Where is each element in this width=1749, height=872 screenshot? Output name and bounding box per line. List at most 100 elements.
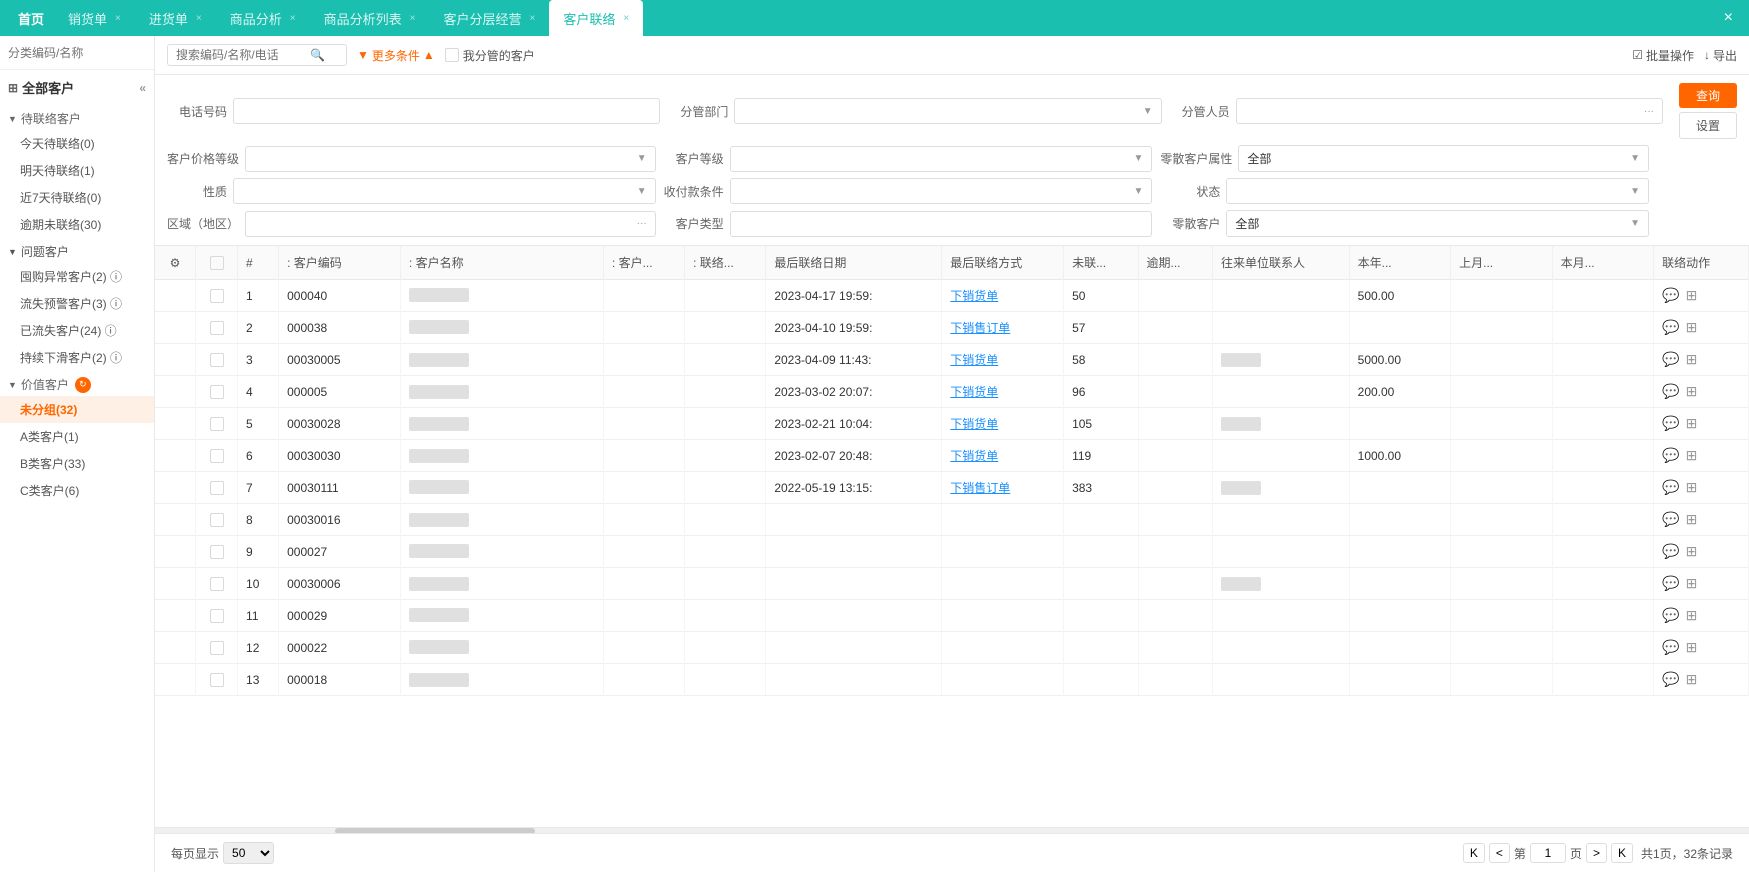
sidebar-item-churn-warning[interactable]: 流失预警客户(3) ⓘ — [0, 290, 154, 317]
chat-icon[interactable]: 💬 — [1662, 319, 1679, 336]
checkbox-cell[interactable] — [196, 344, 238, 376]
chat-icon[interactable]: 💬 — [1662, 607, 1679, 624]
sidebar-item-declining[interactable]: 持续下滑客户(2) ⓘ — [0, 344, 154, 371]
tab-product-analysis-close[interactable]: × — [290, 13, 296, 24]
row-checkbox[interactable] — [210, 545, 224, 559]
action-cell[interactable]: 💬 ⊞ — [1654, 632, 1749, 664]
last-contact-method-cell[interactable]: 下销售订单 — [942, 312, 1064, 344]
first-page-button[interactable]: K — [1463, 843, 1485, 863]
col-last-month[interactable]: 上月... — [1451, 246, 1553, 280]
chat-icon[interactable]: 💬 — [1662, 575, 1679, 592]
row-checkbox[interactable] — [210, 289, 224, 303]
contact-method-link[interactable]: 下销售订单 — [950, 321, 1010, 335]
last-contact-method-cell[interactable] — [942, 664, 1064, 696]
contact-method-link[interactable]: 下销货单 — [950, 289, 998, 303]
grid-action-icon[interactable]: ⊞ — [1686, 351, 1698, 368]
last-contact-method-cell[interactable]: 下销货单 — [942, 280, 1064, 312]
action-cell[interactable]: 💬 ⊞ — [1654, 504, 1749, 536]
col-this-year[interactable]: 本年... — [1349, 246, 1451, 280]
region-select[interactable]: ··· — [245, 211, 656, 237]
col-not-contacted[interactable]: 未联... — [1064, 246, 1138, 280]
contact-method-link[interactable]: 下销货单 — [950, 417, 998, 431]
row-checkbox[interactable] — [210, 673, 224, 687]
sidebar-item-class-a[interactable]: A类客户(1) — [0, 423, 154, 450]
col-this-month[interactable]: 本月... — [1552, 246, 1654, 280]
search-input[interactable] — [176, 48, 306, 62]
grid-action-icon[interactable]: ⊞ — [1686, 447, 1698, 464]
tab-home[interactable]: 首页 — [8, 0, 54, 36]
tab-sales[interactable]: 销货单 × — [54, 0, 135, 36]
checkbox-cell[interactable] — [196, 376, 238, 408]
action-cell[interactable]: 💬 ⊞ — [1654, 568, 1749, 600]
checkbox-cell[interactable] — [196, 280, 238, 312]
retail-attr-select[interactable]: 全部▼ — [1238, 145, 1649, 172]
col-code[interactable]: : 客户编码 — [279, 246, 401, 280]
export-button[interactable]: ↓ 导出 — [1704, 47, 1737, 64]
checkbox-cell[interactable] — [196, 536, 238, 568]
tab-customer-contact[interactable]: 客户联络 × — [549, 0, 643, 36]
sidebar-item-churned[interactable]: 已流失客户(24) ⓘ — [0, 317, 154, 344]
last-contact-method-cell[interactable] — [942, 632, 1064, 664]
prev-page-button[interactable]: < — [1489, 843, 1510, 863]
collapse-button[interactable]: « — [139, 81, 146, 95]
tab-product-analysis-list-close[interactable]: × — [410, 13, 416, 24]
tab-customer-contact-close[interactable]: × — [623, 13, 629, 24]
col-last-contact-method[interactable]: 最后联络方式 — [942, 246, 1064, 280]
tab-customer-stratify[interactable]: 客户分层经营 × — [429, 0, 549, 36]
tab-purchase[interactable]: 进货单 × — [135, 0, 216, 36]
col-overdue[interactable]: 逾期... — [1138, 246, 1212, 280]
action-cell[interactable]: 💬 ⊞ — [1654, 344, 1749, 376]
last-contact-method-cell[interactable]: 下销货单 — [942, 440, 1064, 472]
row-checkbox[interactable] — [210, 353, 224, 367]
row-checkbox[interactable] — [210, 577, 224, 591]
status-select[interactable]: ▼ — [1226, 178, 1649, 204]
action-cell[interactable]: 💬 ⊞ — [1654, 376, 1749, 408]
action-cell[interactable]: 💬 ⊞ — [1654, 408, 1749, 440]
nature-select[interactable]: ▼ — [233, 178, 656, 204]
grid-action-icon[interactable]: ⊞ — [1686, 287, 1698, 304]
search-box[interactable]: 🔍 — [167, 44, 347, 66]
last-contact-method-cell[interactable] — [942, 568, 1064, 600]
col-gear[interactable]: ⚙ — [155, 246, 196, 280]
chat-icon[interactable]: 💬 — [1662, 447, 1679, 464]
checkbox-cell[interactable] — [196, 504, 238, 536]
select-all-checkbox[interactable] — [210, 256, 224, 270]
grid-action-icon[interactable]: ⊞ — [1686, 575, 1698, 592]
contact-method-link[interactable]: 下销货单 — [950, 353, 998, 367]
grid-action-icon[interactable]: ⊞ — [1686, 415, 1698, 432]
sidebar-item-tomorrow[interactable]: 明天待联络(1) — [0, 157, 154, 184]
last-contact-method-cell[interactable] — [942, 504, 1064, 536]
checkbox-cell[interactable] — [196, 600, 238, 632]
grid-action-icon[interactable]: ⊞ — [1686, 639, 1698, 656]
price-level-select[interactable]: ▼ — [245, 146, 656, 172]
sidebar-item-hoarding[interactable]: 囤购异常客户(2) ⓘ — [0, 263, 154, 290]
grid-action-icon[interactable]: ⊞ — [1686, 383, 1698, 400]
department-select[interactable]: ▼ — [734, 98, 1161, 124]
chat-icon[interactable]: 💬 — [1662, 287, 1679, 304]
reset-button[interactable]: 设置 — [1679, 112, 1737, 139]
next-page-button[interactable]: > — [1586, 843, 1607, 863]
last-contact-method-cell[interactable]: 下销货单 — [942, 344, 1064, 376]
page-input[interactable] — [1530, 843, 1566, 863]
row-checkbox[interactable] — [210, 513, 224, 527]
last-contact-method-cell[interactable]: 下销货单 — [942, 376, 1064, 408]
row-checkbox[interactable] — [210, 321, 224, 335]
value-group-header[interactable]: ▼ 价值客户 ↻ — [0, 371, 154, 396]
customer-level-select[interactable]: ▼ — [730, 146, 1153, 172]
col-contact[interactable]: : 联络... — [685, 246, 766, 280]
chat-icon[interactable]: 💬 — [1662, 511, 1679, 528]
per-page-select[interactable]: 50 100 200 — [223, 842, 274, 864]
sidebar-item-7days[interactable]: 近7天待联络(0) — [0, 184, 154, 211]
col-contact-person[interactable]: 往来单位联系人 — [1212, 246, 1349, 280]
row-checkbox[interactable] — [210, 385, 224, 399]
waiting-group-header[interactable]: ▼ 待联络客户 — [0, 105, 154, 130]
row-checkbox[interactable] — [210, 481, 224, 495]
tab-purchase-close[interactable]: × — [196, 13, 202, 24]
more-conditions-button[interactable]: ▼ 更多条件 ▲ — [357, 47, 435, 64]
last-contact-method-cell[interactable] — [942, 600, 1064, 632]
my-customers-checkbox[interactable]: 我分管的客户 — [445, 47, 535, 64]
col-last-contact-date[interactable]: 最后联络日期 — [766, 246, 942, 280]
checkbox-cell[interactable] — [196, 568, 238, 600]
sidebar-item-unassigned[interactable]: 未分组(32) — [0, 396, 154, 423]
row-checkbox[interactable] — [210, 449, 224, 463]
